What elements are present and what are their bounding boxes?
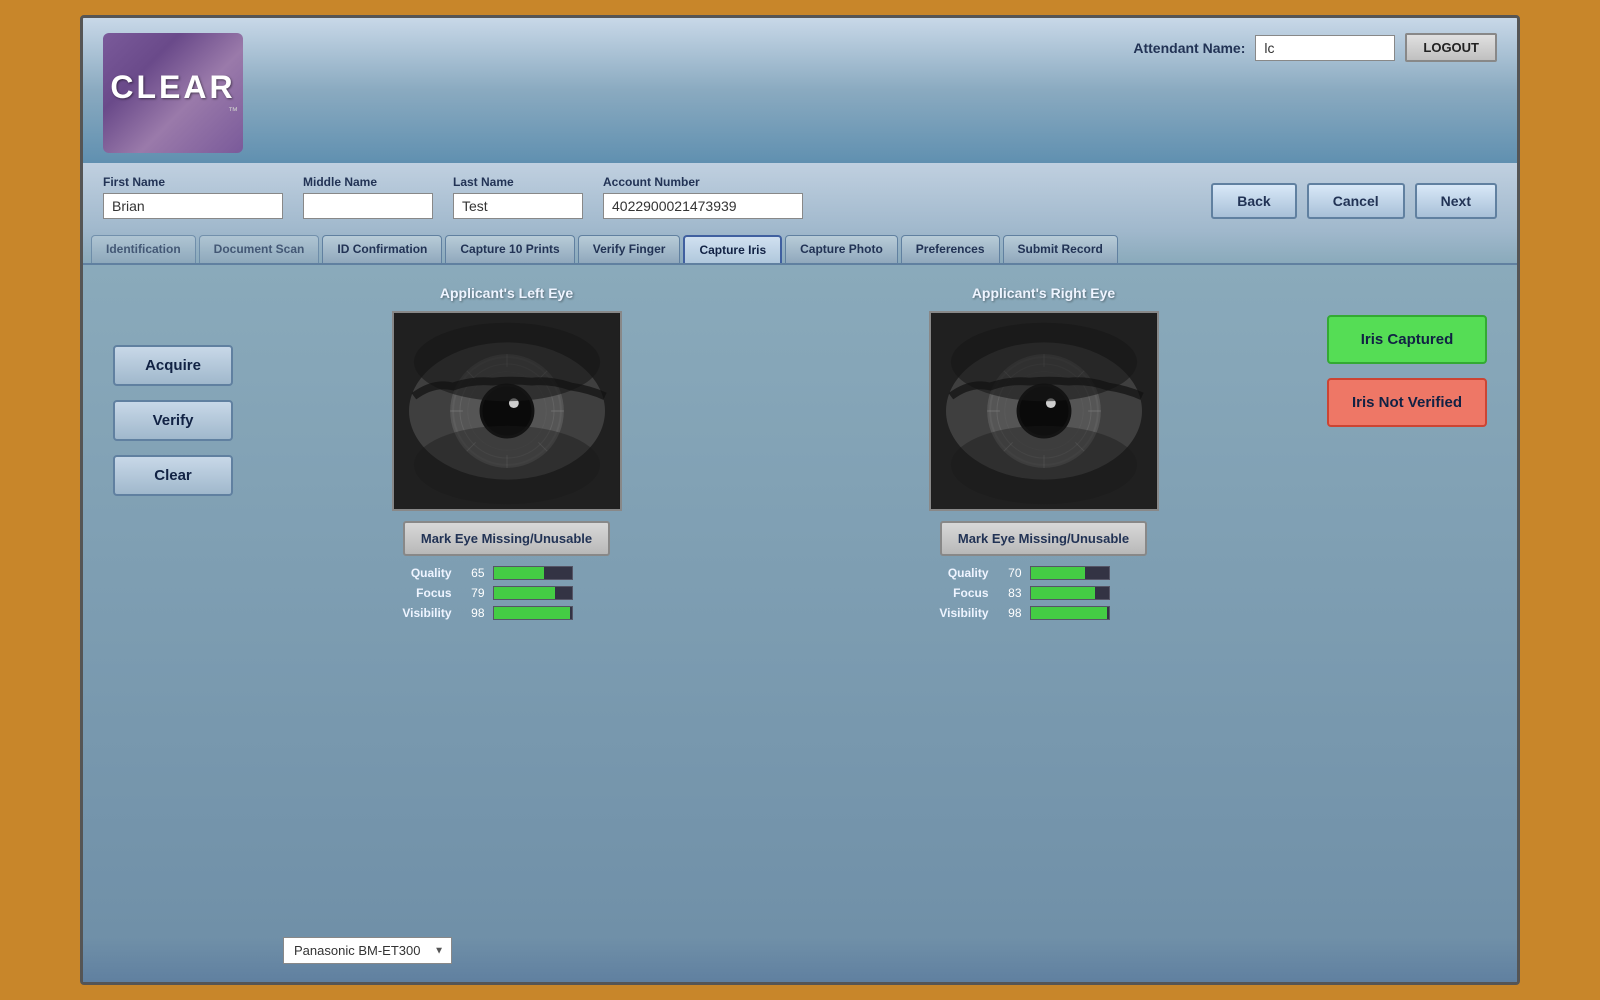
acquire-button[interactable]: Acquire [113, 345, 233, 386]
left-focus-value: 79 [460, 586, 485, 600]
camera-select-wrapper: Panasonic BM-ET300 Generic USB Camera ▼ [283, 937, 452, 964]
form-row: First Name Middle Name Last Name Account… [83, 163, 1517, 231]
right-quality-bar-bg [1030, 566, 1110, 580]
left-quality-bar-bg [493, 566, 573, 580]
tabs-row: Identification Document Scan ID Confirma… [83, 231, 1517, 265]
cancel-button[interactable]: Cancel [1307, 183, 1405, 219]
left-focus-bar-fill [494, 587, 556, 599]
right-focus-row: Focus 83 [929, 586, 1159, 600]
right-focus-bar-fill [1031, 587, 1096, 599]
action-buttons: Back Cancel Next [1211, 183, 1497, 219]
attendant-label: Attendant Name: [1133, 40, 1245, 56]
right-focus-label: Focus [929, 586, 989, 600]
right-quality-value: 70 [997, 566, 1022, 580]
clear-button[interactable]: Clear [113, 455, 233, 496]
mark-right-eye-button[interactable]: Mark Eye Missing/Unusable [940, 521, 1147, 556]
last-name-input[interactable] [453, 193, 583, 219]
left-visibility-bar-bg [493, 606, 573, 620]
attendant-area: Attendant Name: LOGOUT [1133, 33, 1497, 62]
status-badges: Iris Captured Iris Not Verified [1327, 285, 1487, 917]
left-eye-svg [394, 313, 620, 509]
verify-button[interactable]: Verify [113, 400, 233, 441]
left-eye-image [392, 311, 622, 511]
right-eye-image [929, 311, 1159, 511]
right-visibility-bar-fill [1031, 607, 1107, 619]
right-focus-bar-bg [1030, 586, 1110, 600]
mark-left-eye-button[interactable]: Mark Eye Missing/Unusable [403, 521, 610, 556]
right-visibility-value: 98 [997, 606, 1022, 620]
eyes-section: Applicant's Left Eye [253, 285, 1487, 917]
tab-capture-10-prints[interactable]: Capture 10 Prints [445, 235, 574, 263]
left-visibility-row: Visibility 98 [392, 606, 622, 620]
left-quality-value: 65 [460, 566, 485, 580]
left-quality-bar-fill [494, 567, 545, 579]
left-visibility-bar-fill [494, 607, 570, 619]
camera-select[interactable]: Panasonic BM-ET300 Generic USB Camera [283, 937, 452, 964]
logo: CLEAR ™ [103, 33, 243, 153]
left-visibility-label: Visibility [392, 606, 452, 620]
right-eye-svg [931, 313, 1157, 509]
tab-capture-photo[interactable]: Capture Photo [785, 235, 898, 263]
iris-captured-badge: Iris Captured [1327, 315, 1487, 364]
tab-preferences[interactable]: Preferences [901, 235, 1000, 263]
logo-text: CLEAR [110, 69, 235, 106]
next-button[interactable]: Next [1415, 183, 1497, 219]
right-visibility-row: Visibility 98 [929, 606, 1159, 620]
last-name-label: Last Name [453, 175, 583, 189]
camera-row: Panasonic BM-ET300 Generic USB Camera ▼ [83, 937, 1517, 982]
left-visibility-value: 98 [460, 606, 485, 620]
right-eye-panel: Applicant's Right Eye [790, 285, 1297, 917]
first-name-input[interactable] [103, 193, 283, 219]
right-eye-title: Applicant's Right Eye [972, 285, 1115, 301]
left-eye-metrics: Quality 65 Focus 79 [392, 566, 622, 620]
main-content: Acquire Verify Clear Applicant's Left Ey… [83, 265, 1517, 937]
middle-name-label: Middle Name [303, 175, 433, 189]
account-number-label: Account Number [603, 175, 803, 189]
middle-name-group: Middle Name [303, 175, 433, 219]
account-number-input[interactable] [603, 193, 803, 219]
middle-name-input[interactable] [303, 193, 433, 219]
left-eye-panel: Applicant's Left Eye [253, 285, 760, 917]
tab-capture-iris[interactable]: Capture Iris [683, 235, 782, 263]
right-visibility-bar-bg [1030, 606, 1110, 620]
header: CLEAR ™ Attendant Name: LOGOUT [83, 18, 1517, 163]
right-quality-row: Quality 70 [929, 566, 1159, 580]
logout-button[interactable]: LOGOUT [1405, 33, 1497, 62]
iris-not-verified-badge: Iris Not Verified [1327, 378, 1487, 427]
tab-verify-finger[interactable]: Verify Finger [578, 235, 681, 263]
tab-submit-record[interactable]: Submit Record [1003, 235, 1118, 263]
back-button[interactable]: Back [1211, 183, 1296, 219]
first-name-label: First Name [103, 175, 283, 189]
right-quality-bar-fill [1031, 567, 1086, 579]
logo-tm: ™ [228, 106, 238, 117]
last-name-group: Last Name [453, 175, 583, 219]
tab-document-scan[interactable]: Document Scan [199, 235, 320, 263]
account-number-group: Account Number [603, 175, 803, 219]
left-focus-label: Focus [392, 586, 452, 600]
left-quality-label: Quality [392, 566, 452, 580]
left-quality-row: Quality 65 [392, 566, 622, 580]
tab-identification[interactable]: Identification [91, 235, 196, 263]
right-visibility-label: Visibility [929, 606, 989, 620]
right-focus-value: 83 [997, 586, 1022, 600]
left-controls: Acquire Verify Clear [113, 285, 233, 917]
tab-id-confirmation[interactable]: ID Confirmation [322, 235, 442, 263]
left-eye-title: Applicant's Left Eye [440, 285, 573, 301]
left-focus-row: Focus 79 [392, 586, 622, 600]
right-eye-metrics: Quality 70 Focus 83 [929, 566, 1159, 620]
left-focus-bar-bg [493, 586, 573, 600]
attendant-input[interactable] [1255, 35, 1395, 61]
right-quality-label: Quality [929, 566, 989, 580]
first-name-group: First Name [103, 175, 283, 219]
